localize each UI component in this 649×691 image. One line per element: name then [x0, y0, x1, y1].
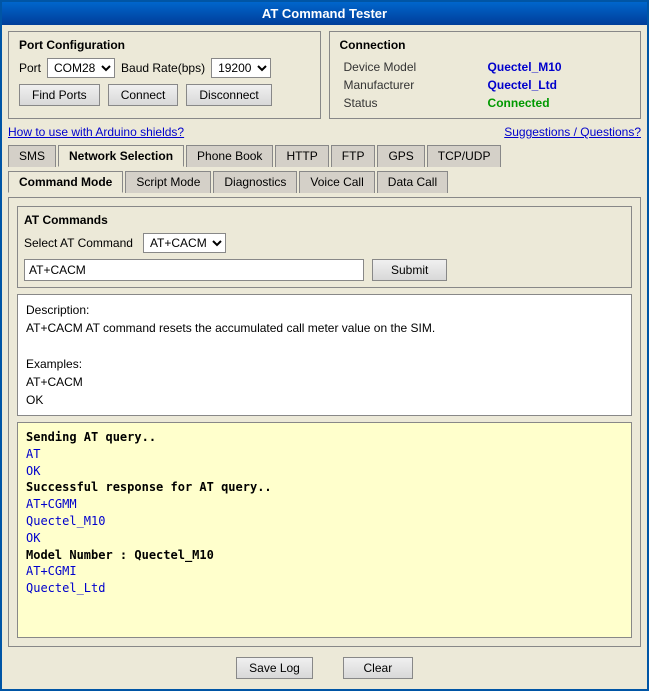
bottom-button-row: Save Log Clear: [8, 651, 641, 683]
tab-tcpudp[interactable]: TCP/UDP: [427, 145, 502, 167]
device-model-label: Device Model: [340, 58, 484, 76]
tab-gps[interactable]: GPS: [377, 145, 424, 167]
at-commands-title: AT Commands: [24, 213, 625, 227]
window-title: AT Command Tester: [262, 6, 387, 21]
manufacturer-value: Quectel_Ltd: [484, 76, 630, 94]
tab-phone-book[interactable]: Phone Book: [186, 145, 273, 167]
at-command-select[interactable]: AT+CACM: [143, 233, 226, 253]
tab-command-mode[interactable]: Command Mode: [8, 171, 123, 193]
log-line: AT+CGMI: [26, 563, 623, 580]
port-label: Port: [19, 61, 41, 75]
device-model-value: Quectel_M10: [484, 58, 630, 76]
tab-voice-call[interactable]: Voice Call: [299, 171, 374, 193]
disconnect-button[interactable]: Disconnect: [186, 84, 271, 106]
tab-diagnostics[interactable]: Diagnostics: [213, 171, 297, 193]
tab-script-mode[interactable]: Script Mode: [125, 171, 211, 193]
port-config-panel: Port Configuration Port COM28 Baud Rate(…: [8, 31, 321, 119]
find-ports-button[interactable]: Find Ports: [19, 84, 100, 106]
log-line: Model Number : Quectel_M10: [26, 547, 623, 564]
log-line: AT: [26, 446, 623, 463]
arduino-link[interactable]: How to use with Arduino shields?: [8, 125, 184, 139]
at-command-input[interactable]: [24, 259, 364, 281]
tab-data-call[interactable]: Data Call: [377, 171, 448, 193]
tab-row-2: Command Mode Script Mode Diagnostics Voi…: [8, 171, 641, 193]
suggestions-link[interactable]: Suggestions / Questions?: [504, 125, 641, 139]
at-commands-section: AT Commands Select AT Command AT+CACM Su…: [17, 206, 632, 288]
connection-table: Device Model Quectel_M10 Manufacturer Qu…: [340, 58, 631, 112]
tab-content: AT Commands Select AT Command AT+CACM Su…: [8, 197, 641, 647]
link-row: How to use with Arduino shields? Suggest…: [8, 123, 641, 141]
status-label: Status: [340, 94, 484, 112]
description-text: Description:AT+CACM AT command resets th…: [26, 303, 435, 407]
baud-label: Baud Rate(bps): [121, 61, 205, 75]
log-line: Successful response for AT query..: [26, 479, 623, 496]
description-box: Description:AT+CACM AT command resets th…: [17, 294, 632, 416]
log-line: Quectel_Ltd: [26, 580, 623, 597]
log-line: Sending AT query..: [26, 429, 623, 446]
status-value: Connected: [484, 94, 630, 112]
select-cmd-label: Select AT Command: [24, 236, 133, 250]
tab-network-selection[interactable]: Network Selection: [58, 145, 184, 167]
tab-http[interactable]: HTTP: [275, 145, 328, 167]
port-config-title: Port Configuration: [19, 38, 310, 52]
submit-button[interactable]: Submit: [372, 259, 447, 281]
port-select[interactable]: COM28: [47, 58, 115, 78]
clear-button[interactable]: Clear: [343, 657, 413, 679]
title-bar: AT Command Tester: [2, 2, 647, 25]
tab-sms[interactable]: SMS: [8, 145, 56, 167]
baud-select[interactable]: 19200: [211, 58, 271, 78]
log-area[interactable]: Sending AT query..ATOKSuccessful respons…: [17, 422, 632, 638]
connection-title: Connection: [340, 38, 631, 52]
manufacturer-label: Manufacturer: [340, 76, 484, 94]
log-wrapper: Sending AT query..ATOKSuccessful respons…: [17, 422, 632, 638]
main-window: AT Command Tester Port Configuration Por…: [0, 0, 649, 691]
log-line: Quectel_M10: [26, 513, 623, 530]
tab-ftp[interactable]: FTP: [331, 145, 376, 167]
save-log-button[interactable]: Save Log: [236, 657, 313, 679]
tab-row-1: SMS Network Selection Phone Book HTTP FT…: [8, 145, 641, 167]
connect-button[interactable]: Connect: [108, 84, 179, 106]
connection-panel: Connection Device Model Quectel_M10 Manu…: [329, 31, 642, 119]
log-line: OK: [26, 463, 623, 480]
log-line: OK: [26, 530, 623, 547]
log-line: AT+CGMM: [26, 496, 623, 513]
